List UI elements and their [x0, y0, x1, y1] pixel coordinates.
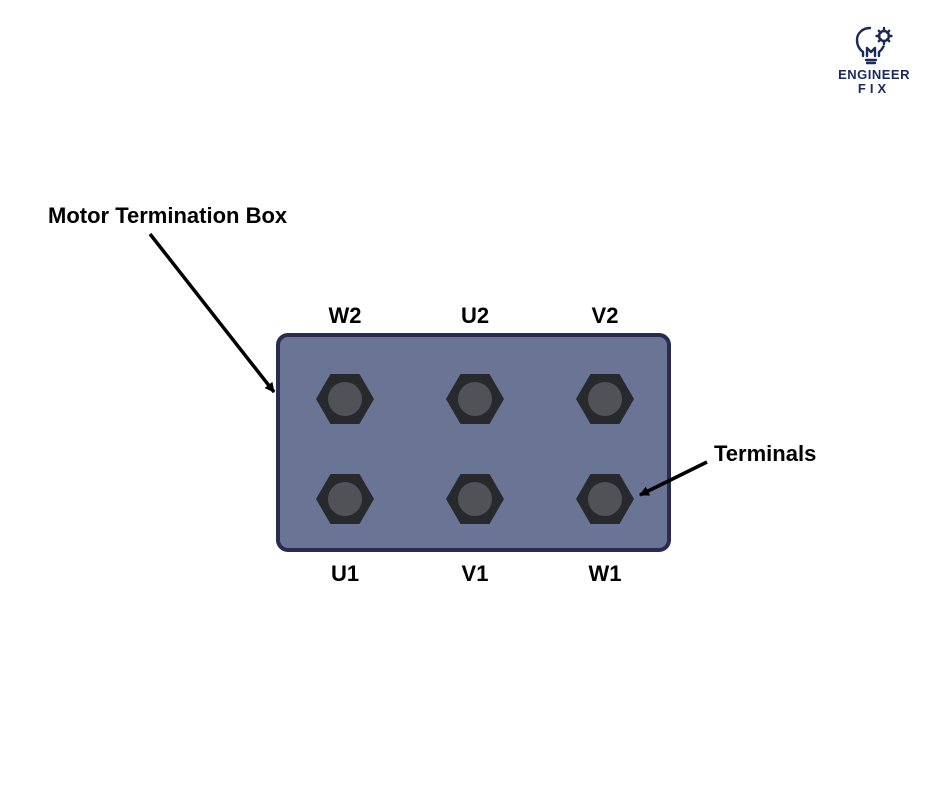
terminal-label-bottom-2: W1: [575, 561, 635, 587]
terminal-bolt: [446, 370, 504, 428]
terminal-label-bottom-1: V1: [445, 561, 505, 587]
terminal-label-top-0: W2: [315, 303, 375, 329]
terminal-bolt: [576, 470, 634, 528]
lightbulb-gear-icon: [852, 26, 896, 66]
terminal-label-top-1: U2: [445, 303, 505, 329]
terminal-label-top-2: V2: [575, 303, 635, 329]
terminal-bolt: [446, 470, 504, 528]
terminal-label-bottom-0: U1: [315, 561, 375, 587]
logo-text-line2: FIX: [838, 82, 910, 96]
diagram-canvas: ENGINEER FIX Motor Termination Box Termi…: [0, 0, 940, 788]
logo-text-line1: ENGINEER: [838, 68, 910, 82]
brand-logo: ENGINEER FIX: [838, 26, 910, 97]
terminal-bolt: [576, 370, 634, 428]
terminal-bolt: [316, 370, 374, 428]
terminal-bolt: [316, 470, 374, 528]
arrow-to-box: [150, 234, 274, 392]
callout-terminals-label: Terminals: [714, 441, 816, 467]
callout-box-label: Motor Termination Box: [48, 203, 287, 229]
